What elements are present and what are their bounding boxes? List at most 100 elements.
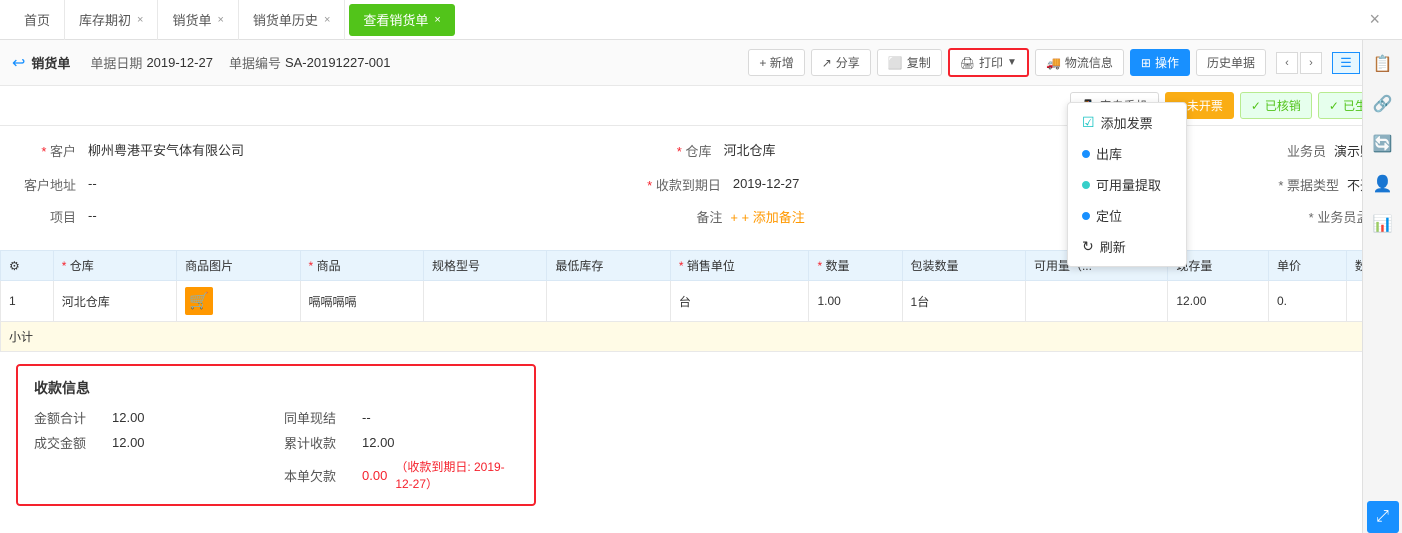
subtotal-label: 小计 [1, 322, 1402, 352]
col-product: * 商品 [300, 251, 423, 281]
nav-arrows: ‹ › [1276, 52, 1322, 74]
row-index: 1 [1, 281, 54, 322]
sidebar-chart-icon[interactable]: 📊 [1367, 208, 1399, 240]
dropdown-available-qty[interactable]: 可用量提取 [1068, 169, 1186, 200]
dropdown-refresh[interactable]: ↻ 刷新 [1068, 231, 1186, 262]
prev-record-button[interactable]: ‹ [1276, 52, 1298, 74]
check-icon: ✓ [1251, 99, 1261, 113]
dropdown-add-invoice[interactable]: ☑ 添加发票 [1068, 107, 1186, 138]
approved-button[interactable]: ✓ 已核销 [1240, 92, 1312, 119]
row-min-stock [547, 281, 670, 322]
project-field: 项目 -- [16, 206, 662, 226]
share-button[interactable]: ↗ 分享 [811, 49, 871, 76]
radio-icon2 [1082, 181, 1090, 189]
current-due-full-item: 本单欠款 0.00 （收款到期日: 2019-12-27） [284, 458, 518, 492]
add-note-button[interactable]: + + 添加备注 [730, 207, 804, 226]
row-unit-price: 0. [1269, 281, 1347, 322]
doc-number-field: 单据编号 SA-20191227-001 [229, 53, 391, 72]
tab-close-sales-history[interactable]: × [324, 14, 330, 26]
warehouse-value: 河北仓库 [719, 138, 779, 162]
copy-icon: ⬜ [888, 56, 903, 70]
sidebar-expand-icon[interactable]: ⤢ [1367, 501, 1399, 533]
summary-title: 收款信息 [34, 378, 518, 398]
same-order-settle-item: 同单现结 -- [284, 408, 518, 427]
radio-icon3 [1082, 212, 1090, 220]
operations-button[interactable]: ⊞ 操作 [1130, 49, 1190, 76]
table-header: ⚙ * 仓库 商品图片 * 商品 规格型号 最低库存 * 销售单位 * 数量 包… [1, 251, 1402, 281]
customer-value: 柳州粤港平安气体有限公司 [84, 138, 248, 162]
history-records-button[interactable]: 历史单据 [1196, 49, 1266, 76]
payment-date-value: 2019-12-27 [729, 174, 804, 194]
share-icon: ↗ [822, 56, 832, 70]
tab-bar: 首页 库存期初 × 销货单 × 销货单历史 × 查看销货单 × × [0, 0, 1402, 40]
total-amount-value: 12.00 [112, 410, 145, 425]
right-sidebar: 📋 🔗 🔄 👤 📊 ⤢ [1362, 40, 1402, 533]
sidebar-sync-icon[interactable]: 🔄 [1367, 128, 1399, 160]
warehouse-field: 仓库 河北仓库 [651, 138, 1286, 162]
logistics-button[interactable]: 🚚 物流信息 [1035, 49, 1124, 76]
row-warehouse: 河北仓库 [53, 281, 176, 322]
col-min-stock: 最低库存 [547, 251, 670, 281]
doc-type-icon: ↩ 销货单 [12, 53, 70, 73]
print-button[interactable]: 🖨 打印 ▼ [948, 48, 1029, 77]
table-container: ⚙ * 仓库 商品图片 * 商品 规格型号 最低库存 * 销售单位 * 数量 包… [0, 250, 1402, 352]
tab-inventory-init[interactable]: 库存期初 × [65, 0, 158, 40]
operations-dropdown: ☑ 添加发票 出库 可用量提取 定位 ↻ 刷新 [1067, 102, 1187, 267]
copy-button[interactable]: ⬜ 复制 [877, 49, 942, 76]
col-settings[interactable]: ⚙ [1, 251, 54, 281]
current-due-item [34, 458, 268, 492]
logistics-icon: 🚚 [1046, 56, 1061, 70]
row-qty: 1.00 [809, 281, 902, 322]
summary-box: 收款信息 金额合计 12.00 同单现结 -- 成交金额 12.00 累计收款 … [16, 364, 536, 506]
tab-view-sales-order[interactable]: 查看销货单 × [349, 4, 454, 36]
transaction-amount-item: 成交金额 12.00 [34, 433, 268, 452]
toolbar: ↩ 销货单 单据日期 2019-12-27 单据编号 SA-20191227-0… [0, 40, 1402, 86]
transaction-amount-value: 12.00 [112, 435, 145, 450]
subtotal-row: 小计 [1, 322, 1402, 352]
col-warehouse: * 仓库 [53, 251, 176, 281]
col-qty: * 数量 [809, 251, 902, 281]
tab-close-sales-order[interactable]: × [217, 14, 223, 26]
section-bar: 📱 来自手机 ● 未开票 ✓ 已核销 ✓ 已生效 [0, 86, 1402, 126]
product-thumbnail: 🛒 [185, 287, 213, 315]
sidebar-link-icon[interactable]: 🔗 [1367, 88, 1399, 120]
col-pack-qty: 包装数量 [902, 251, 1025, 281]
new-button[interactable]: + 新增 [748, 49, 804, 76]
row-available [1025, 281, 1167, 322]
tab-sales-history[interactable]: 销货单历史 × [239, 0, 345, 40]
current-due-value: 0.00 [362, 468, 387, 483]
tab-close-inventory-init[interactable]: × [137, 14, 143, 26]
dropdown-outbound[interactable]: 出库 [1068, 138, 1186, 169]
project-value: -- [84, 206, 101, 226]
tab-close-view-sales-order[interactable]: × [434, 14, 440, 26]
row-current-stock: 12.00 [1168, 281, 1269, 322]
row-product: 嗝嗝嗝嗝 [300, 281, 423, 322]
list-view-button[interactable]: ☰ [1332, 52, 1360, 74]
next-record-button[interactable]: › [1300, 52, 1322, 74]
window-close-button[interactable]: × [1357, 9, 1392, 30]
plus-icon: + [730, 210, 738, 225]
col-unit: * 销售单位 [670, 251, 809, 281]
check-icon2: ✓ [1329, 99, 1339, 113]
due-note: （收款到期日: 2019-12-27） [395, 458, 518, 492]
tab-home[interactable]: 首页 [10, 0, 65, 40]
print-dropdown-arrow: ▼ [1007, 57, 1017, 68]
toolbar-actions: + 新增 ↗ 分享 ⬜ 复制 🖨 打印 ▼ 🚚 物流信息 [748, 48, 1390, 77]
summary-grid: 金额合计 12.00 同单现结 -- 成交金额 12.00 累计收款 12.00 [34, 408, 518, 492]
col-spec: 规格型号 [423, 251, 546, 281]
sidebar-user-icon[interactable]: 👤 [1367, 168, 1399, 200]
doc-meta: 单据日期 2019-12-27 单据编号 SA-20191227-001 [90, 53, 390, 72]
cumulative-receipt-item: 累计收款 12.00 [284, 433, 518, 452]
products-table: ⚙ * 仓库 商品图片 * 商品 规格型号 最低库存 * 销售单位 * 数量 包… [0, 250, 1402, 352]
radio-icon [1082, 150, 1090, 158]
doc-date-value: 2019-12-27 [146, 55, 213, 70]
tab-sales-order[interactable]: 销货单 × [158, 0, 238, 40]
main-content: ↩ 销货单 单据日期 2019-12-27 单据编号 SA-20191227-0… [0, 40, 1402, 533]
doc-date-field: 单据日期 2019-12-27 [90, 53, 213, 72]
sidebar-clipboard-icon[interactable]: 📋 [1367, 48, 1399, 80]
col-unit-price: 单价 [1269, 251, 1347, 281]
address-field: 客户地址 -- [16, 174, 647, 194]
dropdown-locate[interactable]: 定位 [1068, 200, 1186, 231]
table-body: 1 河北仓库 🛒 嗝嗝嗝嗝 台 1.00 1台 12.00 0. [1, 281, 1402, 352]
refresh-icon: ↻ [1082, 238, 1094, 255]
